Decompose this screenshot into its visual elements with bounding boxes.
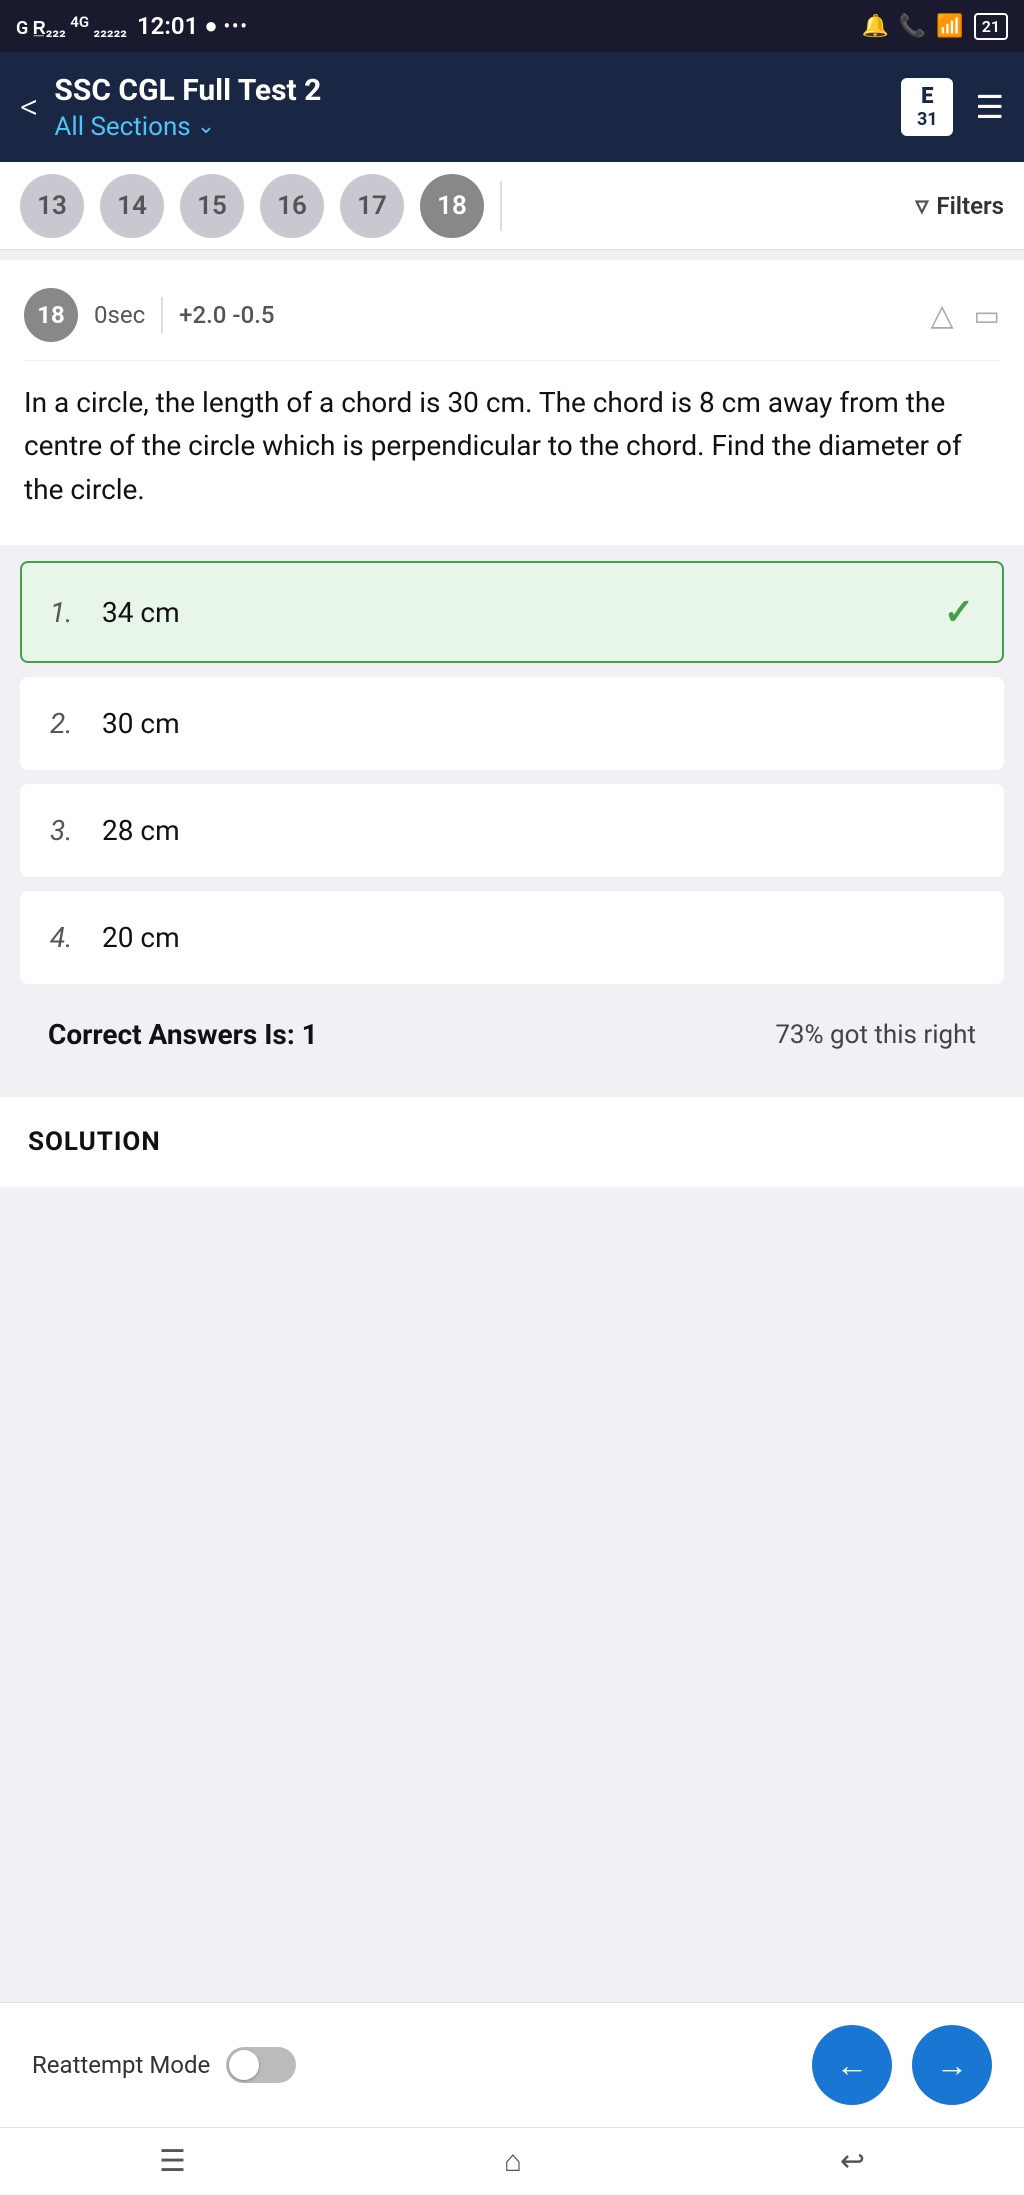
bottom-spacer	[0, 1187, 1024, 1407]
carrier-text: G R̲₂₂₂ 4G ₂₂₂₂₂	[16, 13, 127, 39]
filter-button[interactable]: ▿ Filters	[915, 191, 1004, 221]
chevron-down-icon: ⌄	[197, 114, 215, 139]
option-2-left: 2. 30 cm	[50, 707, 180, 740]
header-title-group: SSC CGL Full Test 2 All Sections ⌄	[54, 73, 885, 142]
header-title: SSC CGL Full Test 2	[54, 73, 885, 108]
reattempt-label: Reattempt Mode	[32, 2051, 210, 2079]
nav-separator	[500, 181, 502, 231]
dot-indicator: ●	[204, 13, 217, 39]
exam-badge: E 31	[901, 78, 953, 136]
option-1-check-icon: ✓	[944, 591, 974, 633]
time-text: 12:01	[137, 12, 198, 40]
solution-label: SOLUTION	[28, 1127, 161, 1157]
option-3-text: 28 cm	[102, 814, 180, 847]
system-menu-icon[interactable]: ☰	[159, 2144, 186, 2179]
option-1-number: 1.	[50, 596, 86, 629]
reattempt-toggle[interactable]	[226, 2047, 296, 2083]
question-meta: 18 0sec +2.0 -0.5 △ ▭	[24, 288, 1000, 361]
option-1-left: 1. 34 cm	[50, 596, 180, 629]
header-right: E 31 ☰	[901, 78, 1004, 136]
meta-right: △ ▭	[930, 298, 1000, 333]
header: < SSC CGL Full Test 2 All Sections ⌄ E 3…	[0, 52, 1024, 162]
option-2-number: 2.	[50, 707, 86, 740]
question-text: In a circle, the length of a chord is 30…	[24, 381, 1000, 511]
wifi-icon: 📶	[936, 14, 963, 39]
option-2-text: 30 cm	[102, 707, 180, 740]
status-bar: G R̲₂₂₂ 4G ₂₂₂₂₂ 12:01 ● ••• 🔔 📞 📶 21	[0, 0, 1024, 52]
option-1[interactable]: 1. 34 cm ✓	[20, 561, 1004, 663]
option-4-text: 20 cm	[102, 921, 180, 954]
badge-number: 31	[917, 109, 938, 130]
back-button[interactable]: <	[20, 86, 38, 128]
nav-buttons: ← →	[812, 2025, 992, 2105]
reattempt-group: Reattempt Mode	[32, 2047, 296, 2083]
prev-button[interactable]: ←	[812, 2025, 892, 2105]
solution-section: SOLUTION	[0, 1097, 1024, 1187]
battery-indicator: 21	[974, 13, 1008, 40]
dots-text: •••	[224, 16, 249, 37]
question-nav-item-16[interactable]: 16	[260, 174, 324, 238]
question-nav: 13 14 15 16 17 18 ▿ Filters	[0, 162, 1024, 250]
menu-icon[interactable]: ☰	[975, 88, 1004, 126]
question-nav-item-13[interactable]: 13	[20, 174, 84, 238]
question-nav-item-17[interactable]: 17	[340, 174, 404, 238]
warning-icon[interactable]: △	[930, 298, 953, 333]
question-nav-item-18[interactable]: 18	[420, 174, 484, 238]
option-1-text: 34 cm	[102, 596, 180, 629]
next-button[interactable]: →	[912, 2025, 992, 2105]
option-3-number: 3.	[50, 814, 86, 847]
question-nav-item-15[interactable]: 15	[180, 174, 244, 238]
system-home-icon[interactable]: ⌂	[504, 2144, 522, 2179]
filter-label: Filters	[936, 192, 1004, 220]
correct-answer-label: Correct Answers Is: 1	[48, 1018, 318, 1051]
meta-divider	[161, 297, 163, 333]
subtitle-text: All Sections	[54, 112, 190, 142]
system-back-icon[interactable]: ↩	[840, 2144, 865, 2179]
option-4-left: 4. 20 cm	[50, 921, 180, 954]
question-nav-item-14[interactable]: 14	[100, 174, 164, 238]
status-right: 🔔 📞 📶 21	[862, 13, 1009, 40]
question-time: 0sec	[94, 301, 145, 329]
correct-percentage: 73% got this right	[775, 1020, 976, 1050]
question-marks: +2.0 -0.5	[179, 301, 274, 329]
option-4[interactable]: 4. 20 cm	[20, 891, 1004, 984]
option-4-number: 4.	[50, 921, 86, 954]
question-area: 18 0sec +2.0 -0.5 △ ▭ In a circle, the l…	[0, 260, 1024, 545]
option-3[interactable]: 3. 28 cm	[20, 784, 1004, 877]
header-subtitle[interactable]: All Sections ⌄	[54, 112, 885, 142]
option-3-left: 3. 28 cm	[50, 814, 180, 847]
question-number-badge: 18	[24, 288, 78, 342]
notifications-icon: 🔔	[862, 14, 889, 39]
correct-answers-bar: Correct Answers Is: 1 73% got this right	[20, 998, 1004, 1071]
filter-icon: ▿	[915, 191, 928, 221]
bookmark-icon[interactable]: ▭	[974, 299, 1000, 332]
status-left: G R̲₂₂₂ 4G ₂₂₂₂₂ 12:01 ● •••	[16, 12, 249, 40]
toggle-knob	[229, 2050, 259, 2080]
badge-letter: E	[921, 84, 933, 109]
system-nav: ☰ ⌂ ↩	[0, 2127, 1024, 2195]
options-area: 1. 34 cm ✓ 2. 30 cm 3. 28 cm 4. 20 cm Co…	[0, 545, 1024, 1087]
bottom-bar: Reattempt Mode ← →	[0, 2002, 1024, 2127]
option-2[interactable]: 2. 30 cm	[20, 677, 1004, 770]
phone-icon: 📞	[899, 14, 926, 39]
